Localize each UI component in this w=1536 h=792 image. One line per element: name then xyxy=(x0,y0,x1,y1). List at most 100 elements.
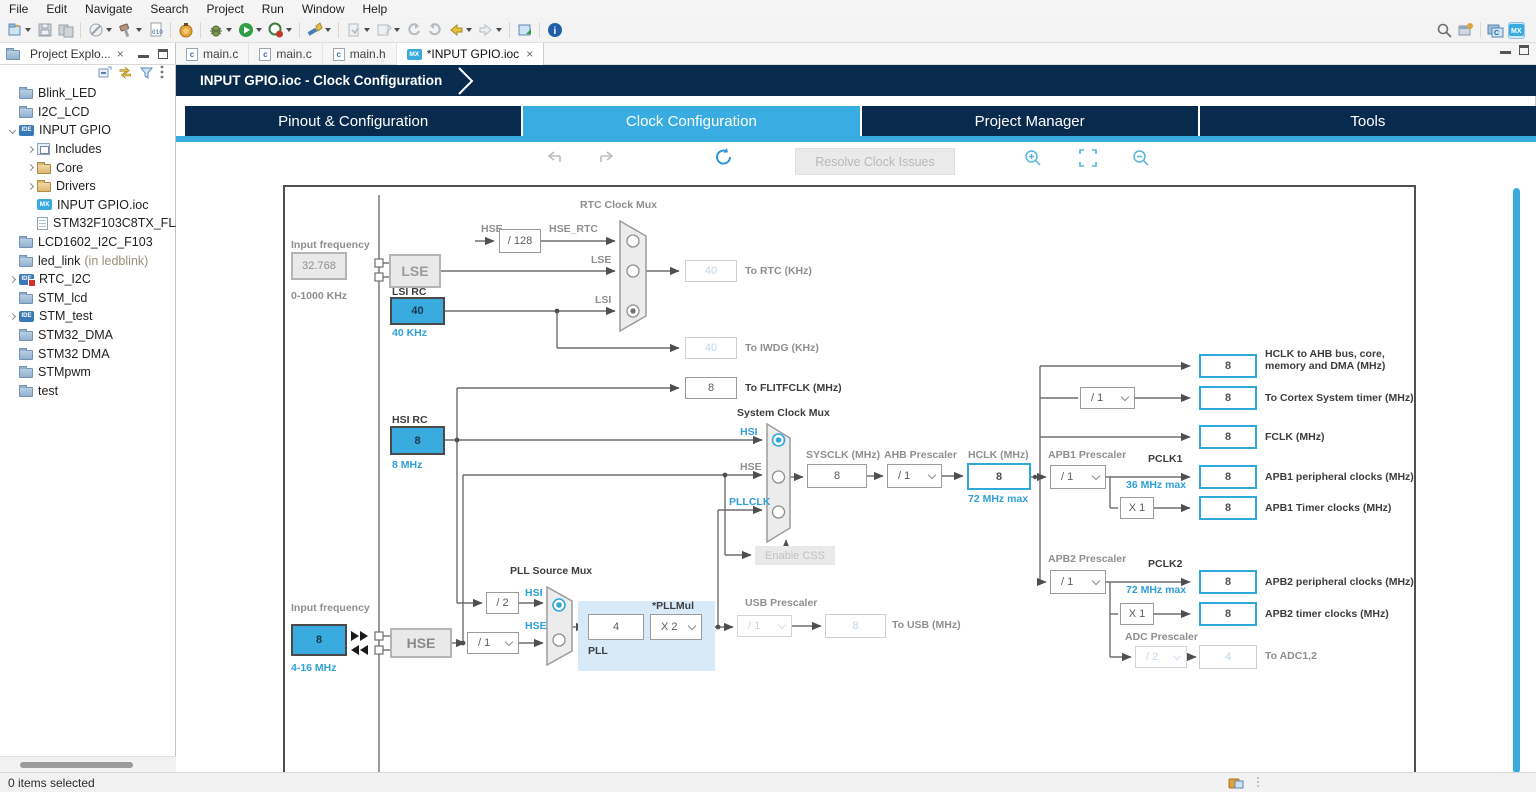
expanded-chevron-icon[interactable] xyxy=(8,126,17,135)
hscrollbar-thumb[interactable] xyxy=(20,762,133,768)
tree-item-stm-lcd[interactable]: STM_lcd xyxy=(0,289,176,308)
dropdown-caret[interactable] xyxy=(256,27,262,32)
cubemx-perspective-icon[interactable]: MX xyxy=(1508,21,1525,39)
dropdown-caret[interactable] xyxy=(364,27,370,32)
dropdown-caret[interactable] xyxy=(25,27,31,32)
collapsed-chevron-icon[interactable] xyxy=(26,145,35,153)
tree-item-blink-led[interactable]: Blink_LED xyxy=(0,84,176,103)
cortex-timer-value-box[interactable]: 8 xyxy=(1199,386,1257,410)
lsi-rc-box[interactable]: 40 xyxy=(390,297,445,325)
resolve-clock-issues-button[interactable]: Resolve Clock Issues xyxy=(795,148,955,175)
clock-diagram-canvas[interactable]: Input frequency 32.768 0-1000 KHz LSE LS… xyxy=(176,178,1536,772)
debug-icon[interactable] xyxy=(207,21,224,38)
hse-prediv-dropdown[interactable]: / 1 xyxy=(467,632,519,654)
menu-search[interactable]: Search xyxy=(141,1,197,17)
dropdown-caret[interactable] xyxy=(394,27,400,32)
menu-help[interactable]: Help xyxy=(354,1,397,17)
collapsed-chevron-icon[interactable] xyxy=(26,164,35,172)
filter-icon[interactable] xyxy=(139,66,154,84)
explorer-hscrollbar[interactable] xyxy=(0,756,176,772)
status-tray-icon[interactable] xyxy=(1228,775,1245,792)
zoom-fit-icon[interactable] xyxy=(1079,149,1097,172)
tree-item-lcd1602[interactable]: LCD1602_I2C_F103 xyxy=(0,233,176,252)
menu-file[interactable]: File xyxy=(0,1,37,17)
tree-item-input-gpio[interactable]: INPUT GPIO xyxy=(0,121,176,140)
collapsed-chevron-icon[interactable] xyxy=(26,182,35,190)
forward-icon[interactable] xyxy=(477,21,494,38)
enable-css-button[interactable]: Enable CSS xyxy=(755,546,835,565)
skip-breakpoints-icon[interactable] xyxy=(87,21,104,38)
tree-item-flash-ld[interactable]: STM32F103C8TX_FLAS xyxy=(0,214,176,233)
tab-tools[interactable]: Tools xyxy=(1199,106,1536,136)
undo-icon[interactable] xyxy=(546,150,564,171)
new-wizard-icon[interactable] xyxy=(6,21,23,38)
previous-edit-icon[interactable] xyxy=(405,21,422,38)
show-annotation-icon[interactable] xyxy=(375,21,392,38)
dropdown-caret[interactable] xyxy=(226,27,232,32)
tree-item-test[interactable]: test xyxy=(0,382,176,401)
editor-tab-main-h[interactable]: main.h xyxy=(323,43,397,65)
menu-window[interactable]: Window xyxy=(293,1,354,17)
save-all-icon[interactable] xyxy=(57,21,74,38)
open-window-icon[interactable] xyxy=(516,21,533,38)
tree-item-stm-test[interactable]: STM_test xyxy=(0,307,176,326)
tree-item-stmpwm[interactable]: STMpwm xyxy=(0,363,176,382)
menu-run[interactable]: Run xyxy=(253,1,293,17)
dropdown-caret[interactable] xyxy=(106,27,112,32)
maximize-icon[interactable] xyxy=(158,48,168,59)
cpp-perspective-icon[interactable]: C xyxy=(1487,22,1504,39)
lse-source-box[interactable]: LSE xyxy=(389,254,441,288)
tree-item-led-link[interactable]: led_link (in ledblink) xyxy=(0,251,176,270)
hclk-value-box[interactable]: 8 xyxy=(967,463,1031,490)
cortex-prescaler-dropdown[interactable]: / 1 xyxy=(1080,387,1135,409)
lse-input-frequency-field[interactable]: 32.768 xyxy=(291,252,347,280)
zoom-in-icon[interactable] xyxy=(1024,149,1042,172)
tab-clock-configuration[interactable]: Clock Configuration xyxy=(523,106,860,136)
information-icon[interactable]: i xyxy=(546,21,563,38)
profile-icon[interactable] xyxy=(267,21,284,38)
pllmul-dropdown[interactable]: X 2 xyxy=(650,614,702,640)
zoom-out-icon[interactable] xyxy=(1132,149,1150,172)
editor-tab-main-c-2[interactable]: main.c xyxy=(249,43,323,65)
run-icon[interactable] xyxy=(237,21,254,38)
tree-item-stm32-dma[interactable]: STM32_DMA xyxy=(0,326,176,345)
tree-item-i2c-lcd[interactable]: I2C_LCD xyxy=(0,103,176,122)
editor-tab-ioc[interactable]: *INPUT GPIO.ioc× xyxy=(396,43,545,65)
apb1-peripheral-value-box[interactable]: 8 xyxy=(1199,465,1257,489)
vertical-scrollbar[interactable] xyxy=(1513,188,1520,772)
tab-pinout-configuration[interactable]: Pinout & Configuration xyxy=(185,106,522,136)
next-edit-icon[interactable] xyxy=(426,21,443,38)
view-menu-icon[interactable] xyxy=(160,65,164,84)
search-icon[interactable] xyxy=(1436,22,1453,39)
apb2-peripheral-value-box[interactable]: 8 xyxy=(1199,570,1257,594)
tree-item-stm32-dma2[interactable]: STM32 DMA xyxy=(0,344,176,363)
fclk-value-box[interactable]: 8 xyxy=(1199,425,1257,449)
editor-tab-main-c-1[interactable]: main.c xyxy=(176,43,250,65)
explorer-title[interactable]: Project Explo... xyxy=(30,47,111,61)
hse-source-box[interactable]: HSE xyxy=(390,628,452,658)
binary-file-icon[interactable]: 010 xyxy=(147,21,164,38)
tab-project-manager[interactable]: Project Manager xyxy=(861,106,1198,136)
collapsed-chevron-icon[interactable] xyxy=(8,312,17,320)
explorer-close-icon[interactable]: × xyxy=(117,47,124,61)
apb1-prescaler-dropdown[interactable]: / 1 xyxy=(1050,465,1106,489)
ahb-prescaler-dropdown[interactable]: / 1 xyxy=(887,464,942,488)
device-configuration-icon[interactable] xyxy=(177,21,194,38)
tree-item-core[interactable]: Core xyxy=(0,158,176,177)
collapse-all-icon[interactable] xyxy=(98,66,112,84)
hclk-ahb-value-box[interactable]: 8 xyxy=(1199,354,1257,378)
apb2-prescaler-dropdown[interactable]: / 1 xyxy=(1050,570,1106,594)
menu-project[interactable]: Project xyxy=(197,1,252,17)
build-hammer-icon[interactable] xyxy=(117,21,134,38)
reset-clock-icon[interactable] xyxy=(714,147,734,172)
tree-item-drivers[interactable]: Drivers xyxy=(0,177,176,196)
menu-edit[interactable]: Edit xyxy=(37,1,76,17)
collapsed-chevron-icon[interactable] xyxy=(8,275,17,283)
apb1-timer-value-box[interactable]: 8 xyxy=(1199,496,1257,520)
dropdown-caret[interactable] xyxy=(136,27,142,32)
redo-icon[interactable] xyxy=(597,150,615,171)
tree-item-rtc-i2c[interactable]: RTC_I2C xyxy=(0,270,176,289)
dropdown-caret[interactable] xyxy=(466,27,472,32)
hse-input-frequency-field[interactable]: 8 xyxy=(291,624,347,656)
dropdown-caret[interactable] xyxy=(325,27,331,32)
